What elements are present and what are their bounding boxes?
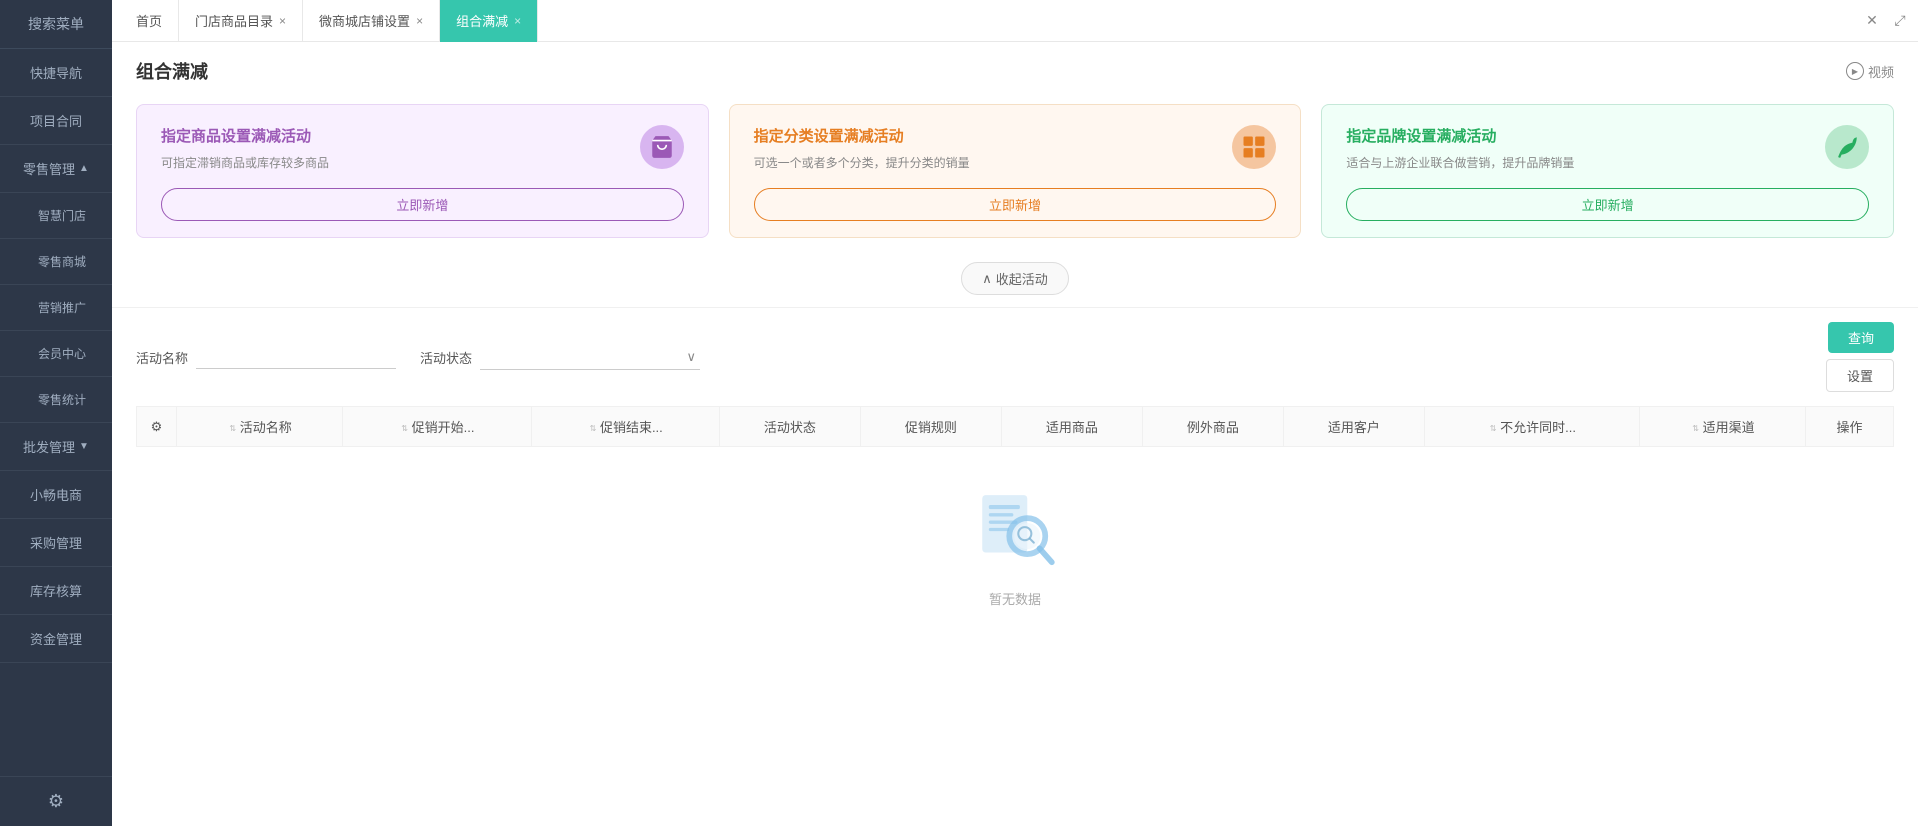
card-product-desc: 可指定滞销商品或库存较多商品 xyxy=(161,154,684,172)
th-operation: 操作 xyxy=(1806,407,1894,447)
collapse-bar: ∧ 收起活动 xyxy=(112,254,1918,307)
th-no-simultaneous[interactable]: ⇅ 不允许同时... xyxy=(1424,407,1639,447)
product-card: 指定商品设置满减活动 可指定滞销商品或库存较多商品 立即新增 xyxy=(136,104,709,238)
sidebar-item-smart-store[interactable]: 智慧门店 xyxy=(0,193,112,239)
th-promo-rule: 促销规则 xyxy=(860,407,1001,447)
window-controls: ✕ ⤢ xyxy=(1862,11,1910,31)
sidebar-item-ecommerce[interactable]: 小畅电商 xyxy=(0,471,112,519)
th-promo-end[interactable]: ⇅ 促销结束... xyxy=(531,407,719,447)
close-tab-ministore-settings[interactable]: × xyxy=(416,14,423,28)
main-area: 首页 门店商品目录 × 微商城店铺设置 × 组合满减 × ✕ ⤢ 组合满减 ▶ … xyxy=(112,0,1918,826)
card-product-title: 指定商品设置满减活动 xyxy=(161,125,684,146)
add-brand-activity-button[interactable]: 立即新增 xyxy=(1346,188,1869,221)
empty-state: 暂无数据 xyxy=(137,447,1894,638)
table-section: ⚙ ⇅ 活动名称 ⇅ 促销开始... ⇅ 促销结束... xyxy=(112,406,1918,638)
collapse-activities-button[interactable]: ∧ 收起活动 xyxy=(961,262,1069,295)
sidebar-item-quick-nav[interactable]: 快捷导航 xyxy=(0,49,112,97)
sidebar-bottom: ⚙ xyxy=(0,776,112,826)
filter-activity-name: 活动名称 xyxy=(136,345,396,369)
settings-button[interactable]: 设置 xyxy=(1826,359,1894,392)
play-icon: ▶ xyxy=(1846,62,1864,80)
sidebar-item-project-contract[interactable]: 项目合同 xyxy=(0,97,112,145)
sidebar-item-member-center[interactable]: 会员中心 xyxy=(0,331,112,377)
chevron-down-icon: ∨ xyxy=(687,349,697,365)
sidebar-item-inventory[interactable]: 库存核算 xyxy=(0,567,112,615)
sidebar-item-finance-mgmt[interactable]: 资金管理 xyxy=(0,615,112,663)
card-category-desc: 可选一个或者多个分类，提升分类的销量 xyxy=(754,154,1277,172)
sidebar-item-marketing[interactable]: 营销推广 xyxy=(0,285,112,331)
th-gear[interactable]: ⚙ xyxy=(137,407,177,447)
sort-arrows-applicable-channel: ⇅ xyxy=(1692,424,1699,433)
brand-card: 指定品牌设置满减活动 适合与上游企业联合做营销，提升品牌销量 立即新增 xyxy=(1321,104,1894,238)
table-header-row: ⚙ ⇅ 活动名称 ⇅ 促销开始... ⇅ 促销结束... xyxy=(137,407,1894,447)
sidebar: 搜索菜单 快捷导航 项目合同 零售管理 ▲ 智慧门店 零售商城 营销推广 会员中… xyxy=(0,0,112,826)
close-tab-combo-discount[interactable]: × xyxy=(514,14,521,28)
th-applicable-customer: 适用客户 xyxy=(1283,407,1424,447)
settings-icon[interactable]: ⚙ xyxy=(48,791,64,811)
tab-bar: 首页 门店商品目录 × 微商城店铺设置 × 组合满减 × ✕ ⤢ xyxy=(112,0,1918,42)
sort-arrows-activity-name: ⇅ xyxy=(229,424,236,433)
filter-row: 活动名称 活动状态 ∨ 查询 设置 xyxy=(112,307,1918,406)
sort-arrows-promo-end: ⇅ xyxy=(590,424,597,433)
empty-illustration xyxy=(965,487,1065,577)
gear-icon: ⚙ xyxy=(151,419,163,434)
add-product-activity-button[interactable]: 立即新增 xyxy=(161,188,684,221)
sidebar-item-label: 零售管理 xyxy=(23,159,75,178)
add-category-activity-button[interactable]: 立即新增 xyxy=(754,188,1277,221)
card-brand-desc: 适合与上游企业联合做营销，提升品牌销量 xyxy=(1346,154,1869,172)
close-window-button[interactable]: ✕ xyxy=(1862,11,1882,31)
filter-actions: 查询 设置 xyxy=(1826,322,1894,392)
shopping-bag-icon xyxy=(640,125,684,169)
th-activity-status: 活动状态 xyxy=(719,407,860,447)
chevron-up-icon: ▲ xyxy=(79,163,89,174)
sidebar-item-purchase-mgmt[interactable]: 采购管理 xyxy=(0,519,112,567)
chevron-down-icon: ▼ xyxy=(79,441,89,452)
activity-status-select[interactable]: ∨ xyxy=(480,345,700,370)
sidebar-search[interactable]: 搜索菜单 xyxy=(0,0,112,49)
filter-activity-status: 活动状态 ∨ xyxy=(420,345,700,370)
tab-store-catalog[interactable]: 门店商品目录 × xyxy=(179,0,303,42)
tab-home[interactable]: 首页 xyxy=(120,0,179,42)
category-card: 指定分类设置满减活动 可选一个或者多个分类，提升分类的销量 立即新增 xyxy=(729,104,1302,238)
activity-name-label: 活动名称 xyxy=(136,348,188,367)
sort-arrows-no-simultaneous: ⇅ xyxy=(1490,424,1497,433)
tab-combo-discount[interactable]: 组合满减 × xyxy=(440,0,538,42)
sort-arrows-promo-start: ⇅ xyxy=(401,424,408,433)
card-category-title: 指定分类设置满减活动 xyxy=(754,125,1277,146)
activity-status-label: 活动状态 xyxy=(420,348,472,367)
page-content: 组合满减 ▶ 视频 指定商品设置满减活动 可指定滞销商品或库存较多商品 xyxy=(112,42,1918,826)
card-brand-title: 指定品牌设置满减活动 xyxy=(1346,125,1869,146)
page-header: 组合满减 ▶ 视频 xyxy=(112,42,1918,96)
query-button[interactable]: 查询 xyxy=(1828,322,1894,353)
empty-text: 暂无数据 xyxy=(989,589,1041,608)
th-applicable-goods: 适用商品 xyxy=(1001,407,1142,447)
page-title: 组合满减 xyxy=(136,58,208,84)
video-link[interactable]: ▶ 视频 xyxy=(1846,62,1894,81)
empty-state-row: 暂无数据 xyxy=(137,447,1894,639)
data-table: ⚙ ⇅ 活动名称 ⇅ 促销开始... ⇅ 促销结束... xyxy=(136,406,1894,638)
sidebar-item-wholesale-mgmt[interactable]: 批发管理 ▼ xyxy=(0,423,112,471)
th-promo-start[interactable]: ⇅ 促销开始... xyxy=(343,407,531,447)
th-excluded-goods: 例外商品 xyxy=(1142,407,1283,447)
close-tab-store-catalog[interactable]: × xyxy=(279,14,286,28)
sidebar-item-retail-mall[interactable]: 零售商城 xyxy=(0,239,112,285)
th-activity-name[interactable]: ⇅ 活动名称 xyxy=(177,407,343,447)
cards-section: 指定商品设置满减活动 可指定滞销商品或库存较多商品 立即新增 指定分类设置满减活… xyxy=(112,96,1918,254)
sidebar-item-label: 批发管理 xyxy=(23,437,75,456)
table-body: 暂无数据 xyxy=(137,447,1894,639)
maximize-window-button[interactable]: ⤢ xyxy=(1890,11,1910,31)
tab-ministore-settings[interactable]: 微商城店铺设置 × xyxy=(303,0,440,42)
sidebar-item-retail-mgmt[interactable]: 零售管理 ▲ xyxy=(0,145,112,193)
th-applicable-channel[interactable]: ⇅ 适用渠道 xyxy=(1639,407,1805,447)
chevron-up-icon: ∧ xyxy=(982,271,992,287)
brand-leaf-icon xyxy=(1825,125,1869,169)
sidebar-item-retail-stats[interactable]: 零售统计 xyxy=(0,377,112,423)
activity-name-input[interactable] xyxy=(196,345,396,369)
